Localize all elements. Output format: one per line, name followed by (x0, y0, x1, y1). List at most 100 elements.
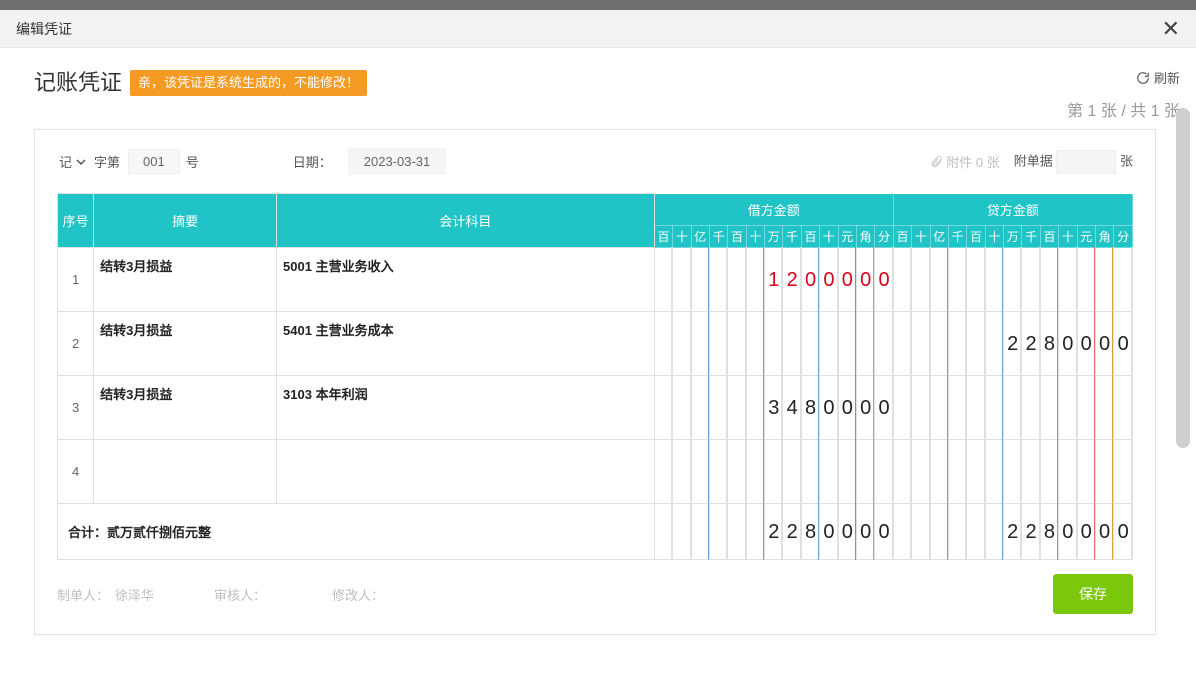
digit-header: 十 (746, 226, 764, 248)
digit-cell (691, 504, 709, 560)
cell-summary[interactable] (94, 440, 277, 504)
voucher-meta-row: 记 字第 001 号 日期： 2023-03-31 附件 0 张 附单据 (57, 148, 1133, 175)
digit-cell (967, 504, 985, 560)
digit-cell (673, 440, 691, 504)
cell-summary[interactable]: 结转3月损益 (94, 376, 277, 440)
digit-cell (728, 248, 746, 312)
modifier-label: 修改人： (332, 585, 384, 604)
digit-cell (728, 504, 746, 560)
digit-cell (746, 504, 764, 560)
digit-header: 十 (912, 226, 930, 248)
save-button[interactable]: 保存 (1053, 574, 1133, 614)
table-row[interactable]: 3结转3月损益3103 本年利润3480000 (58, 376, 1133, 440)
digit-header: 千 (1022, 226, 1040, 248)
digit-cell (912, 376, 930, 440)
digit-cell (1095, 376, 1113, 440)
digit-cell (930, 504, 948, 560)
digit-cell: 2 (1022, 312, 1040, 376)
digit-cell (930, 248, 948, 312)
maker-label: 制单人： (57, 585, 109, 604)
digit-cell: 8 (1040, 504, 1058, 560)
digit-cell: 0 (820, 248, 838, 312)
digit-header: 元 (1077, 226, 1095, 248)
digit-cell (875, 312, 893, 376)
digit-cell (1004, 440, 1022, 504)
digit-cell (709, 312, 727, 376)
digit-cell (1114, 440, 1133, 504)
digit-cell (1059, 376, 1077, 440)
digit-header: 千 (709, 226, 727, 248)
digit-cell (893, 440, 911, 504)
digit-cell (912, 312, 930, 376)
cell-seq: 3 (58, 376, 94, 440)
date-input[interactable]: 2023-03-31 (348, 148, 447, 175)
digit-cell (1077, 248, 1095, 312)
th-summary: 摘要 (94, 194, 277, 248)
total-label: 合计：贰万贰仟捌佰元整 (58, 504, 655, 560)
cell-summary[interactable]: 结转3月损益 (94, 312, 277, 376)
digit-cell (691, 440, 709, 504)
close-icon[interactable]: ✕ (1156, 14, 1186, 44)
digit-cell: 2 (1022, 504, 1040, 560)
digit-cell (765, 312, 783, 376)
digit-header: 百 (1040, 226, 1058, 248)
date-label: 日期： (293, 152, 332, 171)
digit-header: 元 (838, 226, 856, 248)
scrollbar-track[interactable] (1176, 48, 1190, 695)
digit-cell (1004, 376, 1022, 440)
digit-cell: 0 (1114, 504, 1133, 560)
digit-cell (709, 376, 727, 440)
scrollbar-thumb[interactable] (1176, 108, 1190, 448)
digit-cell (948, 440, 966, 504)
voucher-table: 序号 摘要 会计科目 借方金额 贷方金额 百十亿千百十万千百十元角分百十亿千百十… (57, 193, 1133, 560)
voucher-type-dropdown[interactable]: 记 (57, 150, 88, 173)
attach-doc-label: 附单据 (1014, 153, 1053, 168)
table-row[interactable]: 2结转3月损益5401 主营业务成本2280000 (58, 312, 1133, 376)
digit-cell: 0 (1114, 312, 1133, 376)
cell-account[interactable]: 3103 本年利润 (277, 376, 655, 440)
digit-cell (912, 440, 930, 504)
cell-account[interactable]: 5401 主营业务成本 (277, 312, 655, 376)
digit-cell: 3 (765, 376, 783, 440)
digit-cell (985, 312, 1003, 376)
digit-cell (783, 312, 801, 376)
voucher-number-input[interactable]: 001 (128, 149, 180, 174)
attachment-link[interactable]: 附件 0 张 (929, 152, 1000, 171)
refresh-button[interactable]: 刷新 (1136, 71, 1180, 86)
digit-cell (728, 312, 746, 376)
attach-doc-input[interactable] (1056, 150, 1116, 174)
cell-account[interactable] (277, 440, 655, 504)
digit-cell (948, 248, 966, 312)
digit-cell: 0 (1059, 504, 1077, 560)
digit-header: 分 (875, 226, 893, 248)
maker-value: 徐泽华 (115, 585, 154, 604)
digit-cell: 0 (820, 376, 838, 440)
digit-cell: 8 (1040, 312, 1058, 376)
digit-cell (728, 440, 746, 504)
digit-cell (654, 312, 672, 376)
th-seq: 序号 (58, 194, 94, 248)
digit-cell (654, 440, 672, 504)
digit-cell (1077, 376, 1095, 440)
digit-cell (1022, 376, 1040, 440)
digit-cell (893, 248, 911, 312)
digit-cell: 0 (1095, 312, 1113, 376)
digit-cell (967, 440, 985, 504)
digit-cell: 0 (875, 376, 893, 440)
digit-cell: 0 (1077, 504, 1095, 560)
digit-cell: 2 (783, 504, 801, 560)
dialog-title: 编辑凭证 (16, 19, 72, 39)
table-row[interactable]: 4 (58, 440, 1133, 504)
digit-header: 角 (856, 226, 874, 248)
digit-cell: 2 (1004, 504, 1022, 560)
cell-summary[interactable]: 结转3月损益 (94, 248, 277, 312)
digit-cell: 0 (856, 504, 874, 560)
digit-header: 百 (654, 226, 672, 248)
table-row[interactable]: 1结转3月损益5001 主营业务收入1200000 (58, 248, 1133, 312)
cell-account[interactable]: 5001 主营业务收入 (277, 248, 655, 312)
digit-header: 亿 (691, 226, 709, 248)
digit-cell (1059, 248, 1077, 312)
digit-cell (691, 248, 709, 312)
digit-cell: 0 (820, 504, 838, 560)
digit-cell (985, 440, 1003, 504)
